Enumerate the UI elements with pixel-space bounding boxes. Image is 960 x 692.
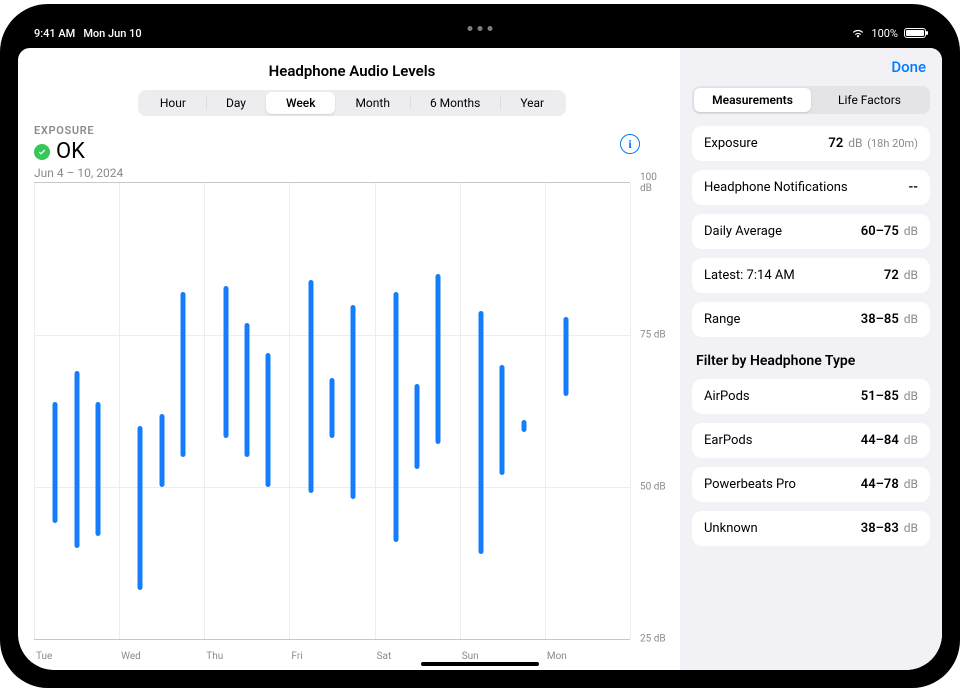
- range-bar[interactable]: [181, 292, 186, 456]
- range-bar[interactable]: [479, 311, 484, 554]
- list-item[interactable]: AirPods51–85 dB: [692, 379, 930, 414]
- filter-list: AirPods51–85 dB EarPods44–84 dB Powerbeats…: [692, 379, 930, 546]
- filter-section-title: Filter by Headphone Type: [692, 347, 930, 369]
- main-pane: Headphone Audio Levels HourDayWeekMonth6…: [18, 48, 680, 670]
- list-item[interactable]: Powerbeats Pro44–78 dB: [692, 467, 930, 502]
- x-tick: Sun: [462, 651, 479, 662]
- statusbar-date: Mon Jun 10: [83, 27, 141, 40]
- statusbar-time: 9:41 AM: [34, 27, 75, 40]
- side-tab-measurements[interactable]: Measurements: [694, 88, 811, 112]
- info-button[interactable]: i: [620, 134, 640, 154]
- list-item[interactable]: Daily Average60–75 dB: [692, 214, 930, 249]
- chart-x-axis: Tue Wed Thu Fri Sat Sun Mon: [34, 642, 630, 662]
- chart-container[interactable]: 25 dB50 dB75 dB100 dB Tue Wed Thu Fri Sat Sun…: [34, 182, 670, 662]
- side-tab-life-factors[interactable]: Life Factors: [811, 88, 928, 112]
- done-button[interactable]: Done: [891, 58, 926, 76]
- dot-icon: [488, 26, 493, 31]
- battery-icon: [904, 28, 926, 38]
- chart-plot: 25 dB50 dB75 dB100 dB: [34, 182, 630, 640]
- range-bar[interactable]: [95, 402, 100, 536]
- range-bar[interactable]: [330, 378, 335, 439]
- side-tab-segmented[interactable]: MeasurementsLife Factors: [692, 86, 930, 114]
- range-bar[interactable]: [308, 280, 313, 493]
- time-range-week[interactable]: Week: [266, 92, 336, 114]
- list-item[interactable]: Unknown38–83 dB: [692, 511, 930, 546]
- wifi-icon: [851, 28, 865, 38]
- list-item[interactable]: Exposure72 dB (18h 20m): [692, 126, 930, 161]
- range-bar[interactable]: [415, 384, 420, 469]
- x-tick: Wed: [121, 651, 141, 662]
- time-range-6-months[interactable]: 6 Months: [410, 92, 500, 114]
- page-title: Headphone Audio Levels: [34, 60, 670, 90]
- exposure-summary: EXPOSURE OK Jun 4 – 10, 2024 i: [34, 124, 670, 180]
- range-bar[interactable]: [74, 371, 79, 547]
- measurements-list: Exposure72 dB (18h 20m) Headphone Notific…: [692, 126, 930, 337]
- range-bar[interactable]: [436, 274, 441, 444]
- ipad-screen: 9:41 AM Mon Jun 10 100% Headphone Audio …: [18, 22, 942, 670]
- x-tick: Tue: [36, 651, 52, 662]
- time-range-month[interactable]: Month: [335, 92, 409, 114]
- list-item[interactable]: Latest: 7:14 AM72 dB: [692, 258, 930, 293]
- range-bar[interactable]: [138, 426, 143, 590]
- range-bar[interactable]: [500, 365, 505, 474]
- range-bar[interactable]: [393, 292, 398, 541]
- list-item[interactable]: EarPods44–84 dB: [692, 423, 930, 458]
- range-bar[interactable]: [266, 353, 271, 487]
- ipad-frame: 9:41 AM Mon Jun 10 100% Headphone Audio …: [0, 4, 960, 688]
- multitask-dots[interactable]: [468, 26, 493, 31]
- detail-sheet: Headphone Audio Levels HourDayWeekMonth6…: [18, 48, 942, 670]
- range-bar[interactable]: [223, 286, 228, 438]
- exposure-status: OK: [56, 139, 85, 164]
- time-range-day[interactable]: Day: [206, 92, 266, 114]
- list-item[interactable]: Range38–85 dB: [692, 302, 930, 337]
- exposure-date-range: Jun 4 – 10, 2024: [34, 166, 123, 180]
- exposure-label: EXPOSURE: [34, 124, 123, 137]
- list-item[interactable]: Headphone Notifications--: [692, 170, 930, 205]
- x-tick: Mon: [547, 651, 567, 662]
- time-range-segmented[interactable]: HourDayWeekMonth6 MonthsYear: [138, 90, 566, 116]
- x-tick: Thu: [206, 651, 223, 662]
- time-range-hour[interactable]: Hour: [140, 92, 206, 114]
- range-bar[interactable]: [521, 420, 526, 432]
- x-tick: Sat: [377, 651, 392, 662]
- range-bar[interactable]: [244, 323, 249, 457]
- y-tick: 100 dB: [634, 172, 670, 194]
- time-range-year[interactable]: Year: [500, 92, 564, 114]
- info-icon: i: [628, 137, 631, 152]
- side-panel: Done MeasurementsLife Factors Exposure72…: [680, 48, 942, 670]
- range-bar[interactable]: [53, 402, 58, 524]
- checkmark-badge-icon: [34, 144, 50, 160]
- y-tick: 75 dB: [634, 329, 670, 340]
- range-bar[interactable]: [351, 305, 356, 500]
- x-tick: Fri: [291, 651, 302, 662]
- range-bar[interactable]: [564, 317, 569, 396]
- status-bar: 9:41 AM Mon Jun 10 100%: [18, 22, 942, 44]
- dot-icon: [478, 26, 483, 31]
- home-indicator[interactable]: [421, 662, 539, 666]
- dot-icon: [468, 26, 473, 31]
- y-tick: 50 dB: [634, 481, 670, 492]
- range-bar[interactable]: [159, 414, 164, 487]
- statusbar-battery-pct: 100%: [871, 27, 898, 40]
- y-tick: 25 dB: [634, 634, 670, 645]
